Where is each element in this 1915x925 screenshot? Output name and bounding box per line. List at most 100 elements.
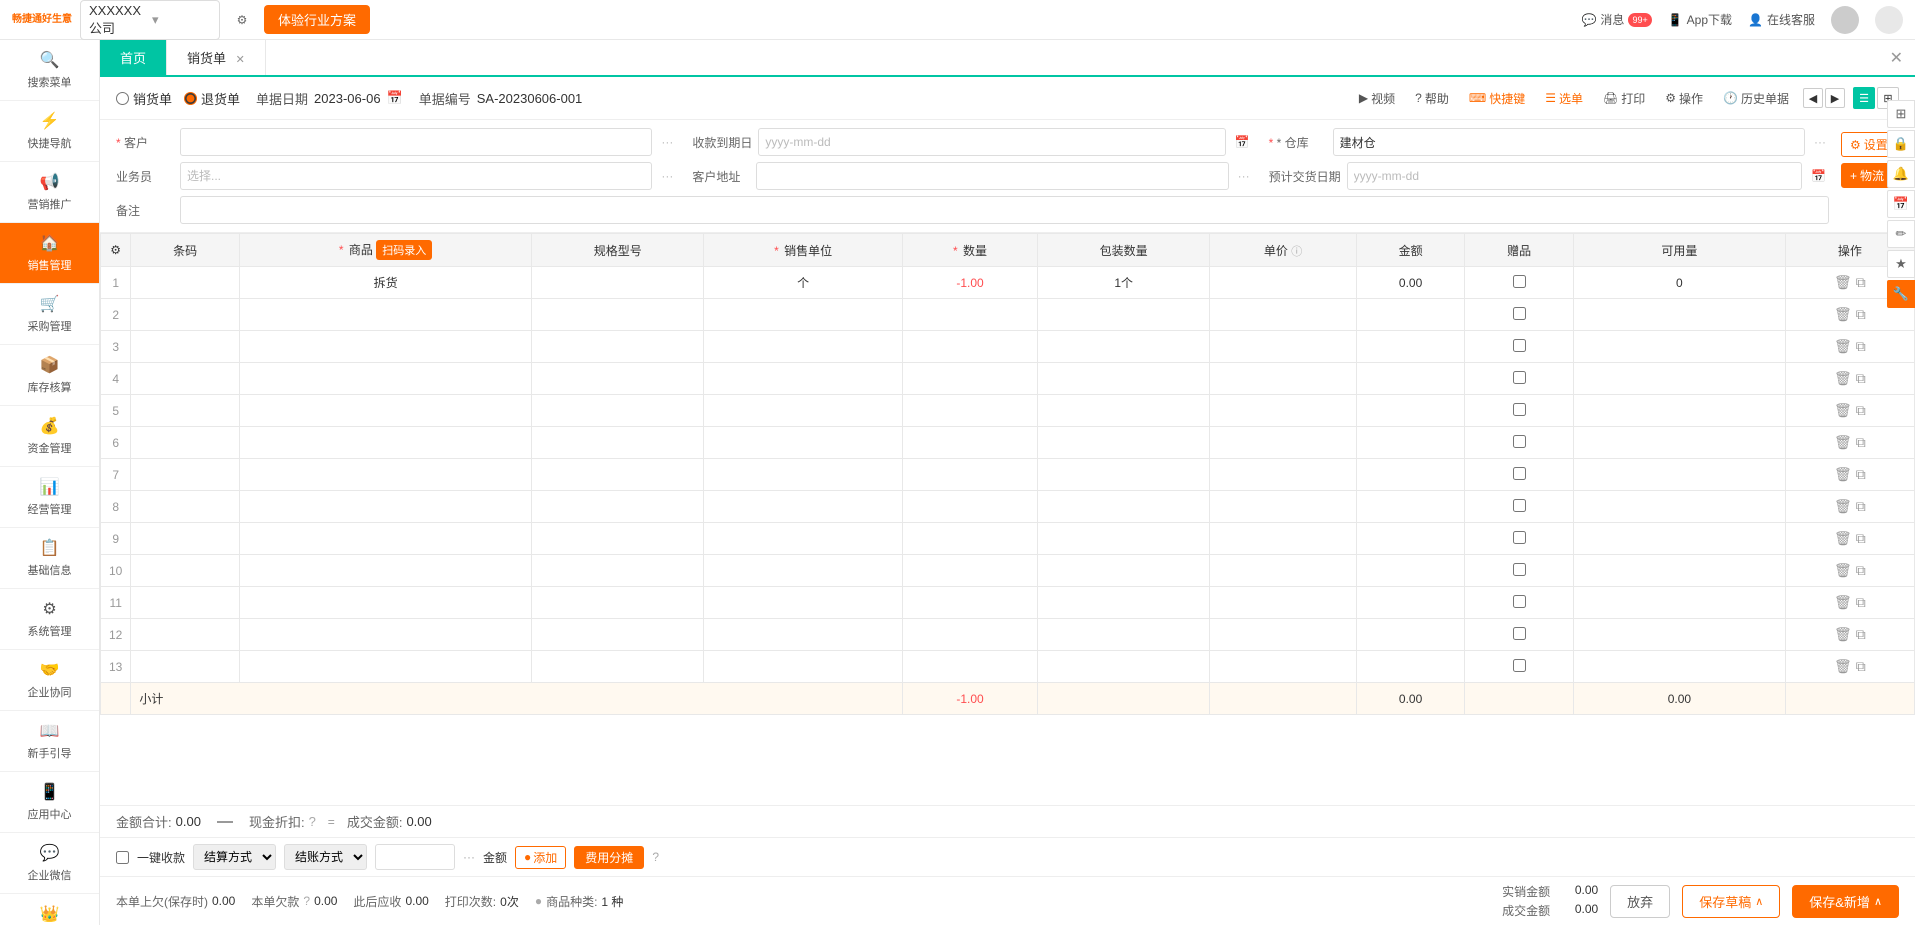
right-panel-btn-5[interactable]: ✏: [1887, 220, 1915, 248]
salesperson-input[interactable]: [180, 162, 652, 190]
copy-button[interactable]: ⧉: [1856, 530, 1866, 547]
sidebar-item-marketing[interactable]: 📢 营销推广: [0, 162, 99, 223]
copy-button[interactable]: ⧉: [1856, 658, 1866, 675]
sidebar-item-sales[interactable]: 🏠 销售管理: [0, 223, 99, 284]
account-no-input[interactable]: [375, 844, 455, 870]
shortcut-button[interactable]: ⌨ 快捷键: [1463, 88, 1531, 109]
print-button[interactable]: 🖨 打印: [1597, 88, 1651, 109]
sidebar-item-operations[interactable]: 📊 经营管理: [0, 467, 99, 528]
expected-date-input[interactable]: [1347, 162, 1802, 190]
nav-prev-button[interactable]: ◀: [1803, 88, 1823, 108]
copy-button[interactable]: ⧉: [1856, 626, 1866, 643]
sidebar-search[interactable]: 🔍 搜索菜单: [0, 40, 99, 101]
nav-next-button[interactable]: ▶: [1825, 88, 1845, 108]
copy-button[interactable]: ⧉: [1856, 434, 1866, 451]
sidebar-item-system[interactable]: ⚙ 系统管理: [0, 589, 99, 650]
tab-sales-order[interactable]: 销货单 ✕: [167, 40, 266, 75]
row-product-1[interactable]: 拆货: [239, 267, 531, 299]
copy-button[interactable]: ⧉: [1856, 498, 1866, 515]
sidebar-item-wechat[interactable]: 💬 企业微信: [0, 833, 99, 894]
warehouse-dots-button[interactable]: ···: [1811, 135, 1829, 149]
tab-home[interactable]: 首页: [100, 40, 167, 75]
avatar[interactable]: [1831, 6, 1859, 34]
customer-addr-input[interactable]: [756, 162, 1228, 190]
copy-button-1[interactable]: ⧉: [1856, 274, 1866, 291]
customer-addr-dots-button[interactable]: ···: [1235, 169, 1253, 183]
company-settings-button[interactable]: ⚙: [228, 6, 256, 34]
delete-button[interactable]: 🗑: [1834, 338, 1852, 355]
receipt-date-calendar-icon[interactable]: 📅: [1232, 135, 1253, 149]
message-button[interactable]: 💬 消息 99+: [1581, 11, 1651, 28]
row-spec-1[interactable]: [532, 267, 704, 299]
scan-button[interactable]: 扫码录入: [376, 240, 432, 260]
fee-split-button[interactable]: 费用分摊: [574, 846, 644, 869]
help-button[interactable]: ? 帮助: [1409, 88, 1455, 109]
delete-button[interactable]: 🗑: [1834, 658, 1852, 675]
sidebar-item-inventory[interactable]: 📦 库存核算: [0, 345, 99, 406]
customer-input[interactable]: [180, 128, 652, 156]
row-barcode-1[interactable]: [131, 267, 240, 299]
discard-button[interactable]: 放弃: [1610, 885, 1670, 918]
delete-button[interactable]: 🗑: [1834, 434, 1852, 451]
remark-input[interactable]: [180, 196, 1829, 224]
copy-button[interactable]: ⧉: [1856, 338, 1866, 355]
avatar2[interactable]: [1875, 6, 1903, 34]
sidebar-item-quick-nav[interactable]: ⚡ 快捷导航: [0, 101, 99, 162]
row-price-1[interactable]: [1210, 267, 1357, 299]
history-button[interactable]: 🕐 历史单据: [1717, 88, 1795, 109]
delete-button[interactable]: 🗑: [1834, 562, 1852, 579]
fee-help-icon[interactable]: ?: [652, 850, 659, 864]
row-unit-1[interactable]: 个: [704, 267, 903, 299]
delete-button[interactable]: 🗑: [1834, 466, 1852, 483]
sidebar-item-basic[interactable]: 📋 基础信息: [0, 528, 99, 589]
company-selector[interactable]: XXXXXX公司 ▾: [80, 0, 220, 40]
copy-button[interactable]: ⧉: [1856, 562, 1866, 579]
sidebar-item-corp[interactable]: 🤝 企业协同: [0, 650, 99, 711]
add-payment-button[interactable]: ● 添加: [515, 846, 566, 869]
price-info-icon[interactable]: ⓘ: [1291, 246, 1302, 258]
copy-button[interactable]: ⧉: [1856, 594, 1866, 611]
row-gift-1[interactable]: [1465, 267, 1574, 299]
sidebar-item-finance[interactable]: 💰 资金管理: [0, 406, 99, 467]
total-debt-help-icon[interactable]: ?: [303, 894, 310, 908]
trial-button[interactable]: 体验行业方案: [264, 5, 370, 34]
customer-dots-button[interactable]: ···: [658, 135, 676, 149]
sidebar-item-guide[interactable]: 📖 新手引导: [0, 711, 99, 772]
delete-button[interactable]: 🗑: [1834, 306, 1852, 323]
row-amount-1[interactable]: 0.00: [1356, 267, 1465, 299]
video-button[interactable]: ▶ 视频: [1353, 88, 1401, 109]
radio-sales-input[interactable]: [116, 92, 129, 105]
operation-button[interactable]: ⚙ 操作: [1659, 88, 1709, 109]
sidebar-item-purchase[interactable]: 🛒 采购管理: [0, 284, 99, 345]
save-new-button[interactable]: 保存&新增 ∧: [1792, 885, 1899, 918]
calendar-icon[interactable]: 📅: [387, 90, 403, 106]
tab-close-icon[interactable]: ✕: [236, 54, 245, 66]
delete-button[interactable]: 🗑: [1834, 594, 1852, 611]
radio-sales[interactable]: 销货单: [116, 89, 172, 108]
tab-bar-close-button[interactable]: ✕: [1878, 48, 1915, 68]
right-panel-btn-1[interactable]: ⊞: [1887, 100, 1915, 128]
delete-button[interactable]: 🗑: [1834, 498, 1852, 515]
product-types-icon[interactable]: ●: [535, 894, 542, 908]
delete-button[interactable]: 🗑: [1834, 370, 1852, 387]
discount-help-icon[interactable]: ?: [309, 814, 316, 829]
right-panel-btn-2[interactable]: 🔒: [1887, 130, 1915, 158]
right-panel-btn-3[interactable]: 🔔: [1887, 160, 1915, 188]
radio-return-input[interactable]: [184, 92, 197, 105]
row-pack-qty-1[interactable]: 1个: [1038, 267, 1210, 299]
right-panel-btn-6[interactable]: ★: [1887, 250, 1915, 278]
right-panel-btn-4[interactable]: 📅: [1887, 190, 1915, 218]
warehouse-input[interactable]: [1333, 128, 1805, 156]
row-qty-1[interactable]: -1.00: [902, 267, 1037, 299]
amount-dots-button[interactable]: ···: [463, 850, 475, 864]
copy-button[interactable]: ⧉: [1856, 402, 1866, 419]
radio-return[interactable]: 退货单: [184, 89, 240, 108]
delete-button-1[interactable]: 🗑: [1834, 274, 1852, 291]
account-select[interactable]: 结账方式: [284, 844, 367, 870]
one-click-payment-checkbox[interactable]: [116, 851, 129, 864]
salesperson-dots-button[interactable]: ···: [658, 169, 676, 183]
sidebar-item-apps[interactable]: 📱 应用中心: [0, 772, 99, 833]
gift-checkbox-1[interactable]: [1513, 275, 1526, 288]
view-list-button[interactable]: ☰: [1853, 87, 1875, 109]
online-service-button[interactable]: 👤 在线客服: [1748, 11, 1815, 28]
